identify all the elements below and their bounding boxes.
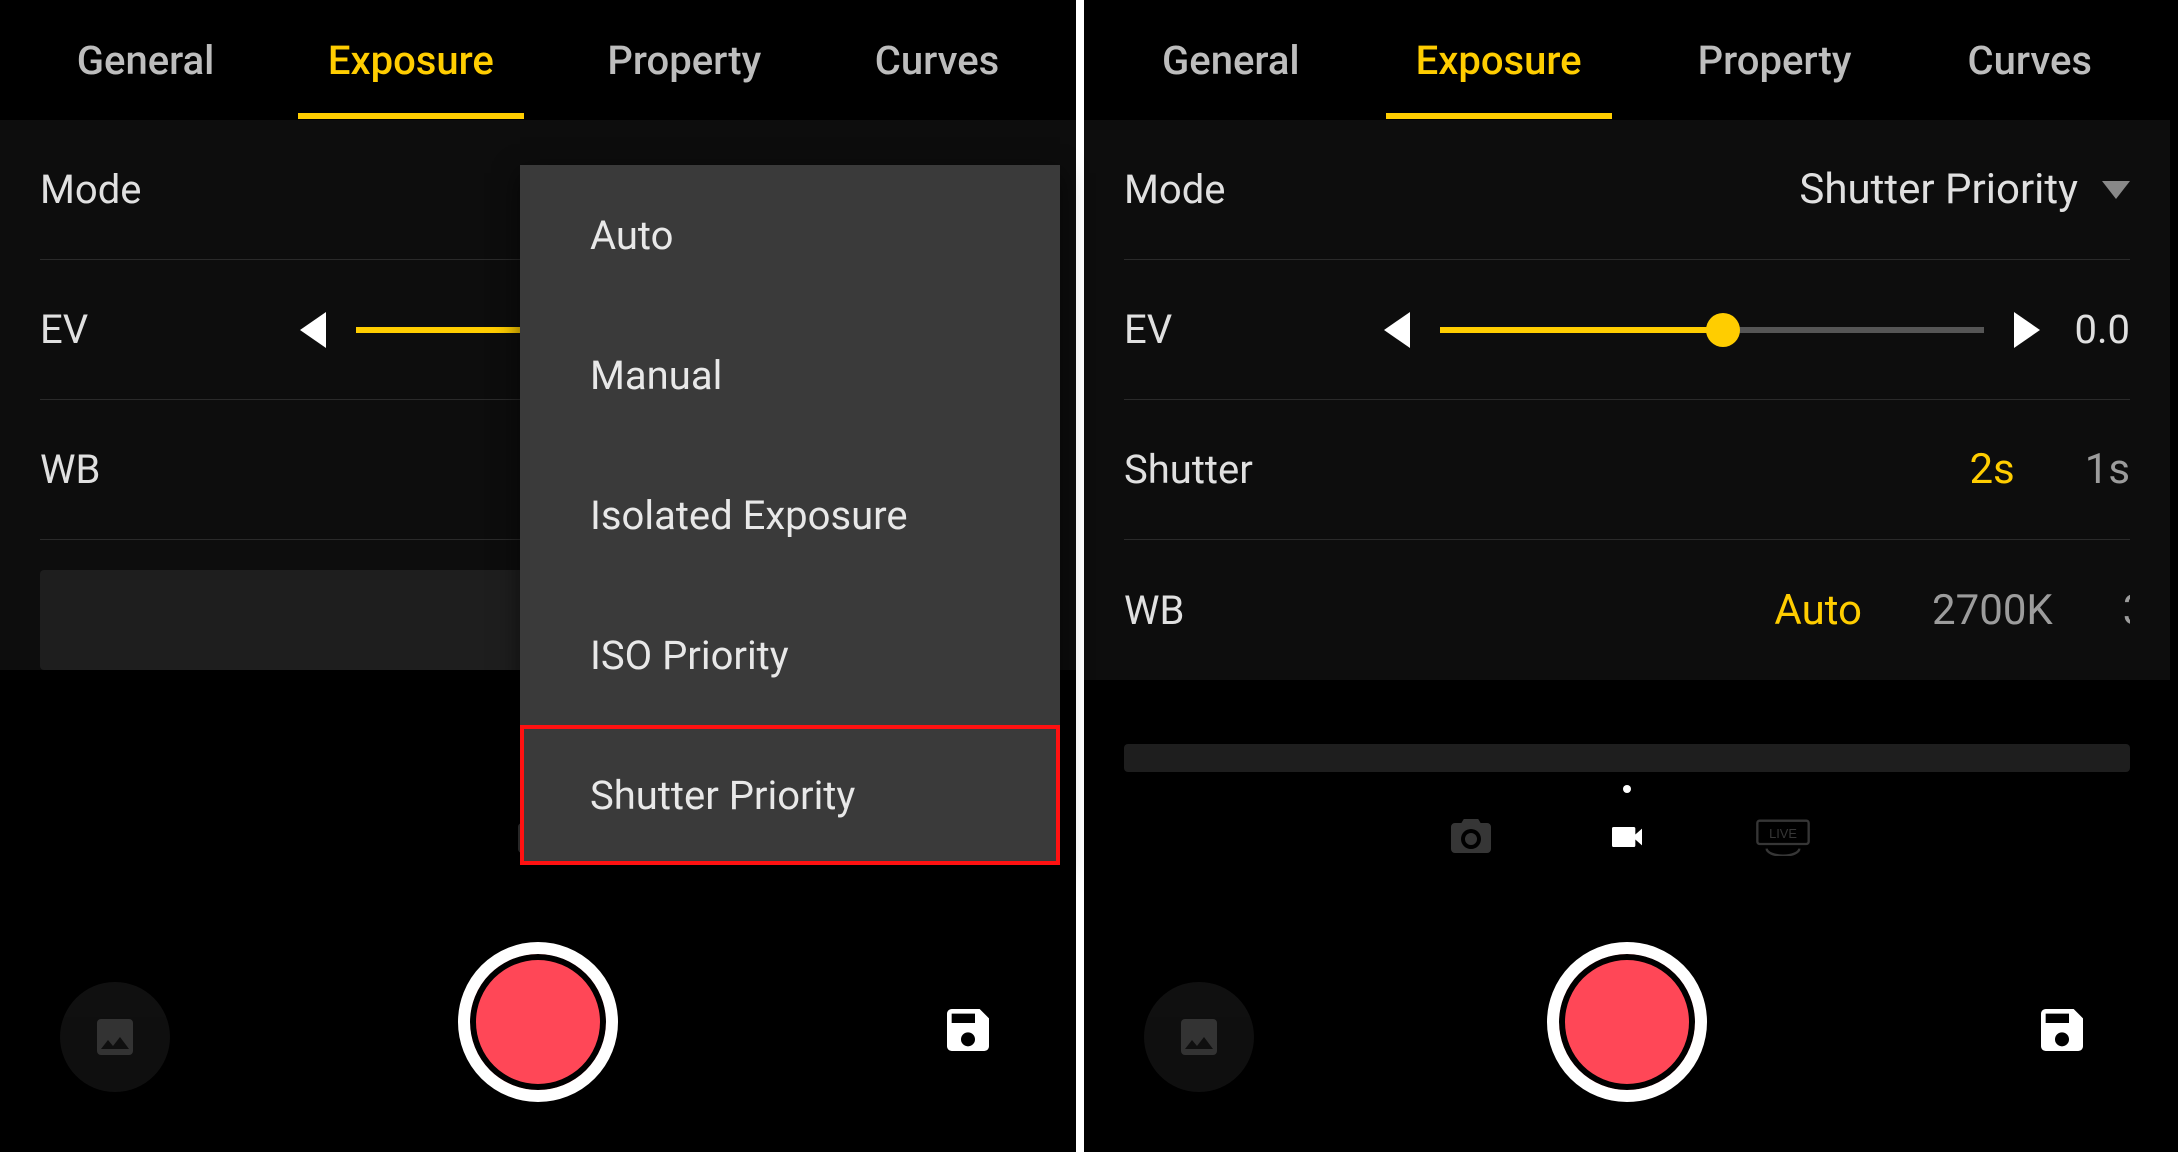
shutter-picker[interactable]: 2s 1s — [1384, 445, 2130, 494]
mode-row[interactable]: Mode Shutter Priority — [1124, 120, 2130, 260]
tab-property[interactable]: Property — [1688, 12, 1862, 109]
left-screenshot: General Exposure Property Curves Mode EV… — [0, 0, 1084, 1152]
mode-option-shutter-priority[interactable]: Shutter Priority — [520, 725, 1060, 865]
mode-dropdown: Auto Manual Isolated Exposure ISO Priori… — [520, 165, 1060, 865]
tab-property[interactable]: Property — [597, 12, 771, 109]
photo-mode-icon[interactable] — [1443, 813, 1499, 861]
settings-panel: Mode Shutter Priority EV 0.0 Shutter — [1084, 120, 2170, 680]
tab-curves[interactable]: Curves — [865, 12, 1009, 109]
wb-option[interactable]: 32 — [2123, 586, 2130, 635]
wb-picker[interactable]: Auto 2700K 32 — [1384, 586, 2130, 635]
wb-label: WB — [40, 446, 300, 493]
bottom-bar — [0, 892, 1076, 1152]
video-mode-icon[interactable] — [1599, 813, 1655, 861]
ev-decrease-icon[interactable] — [300, 312, 326, 348]
mode-label: Mode — [40, 166, 300, 213]
tab-bar: General Exposure Property Curves — [0, 0, 1076, 120]
ev-label: EV — [1124, 306, 1384, 353]
shutter-row: Shutter 2s 1s — [1124, 400, 2130, 540]
wb-row: WB Auto 2700K 32 — [1124, 540, 2130, 680]
mode-option-manual[interactable]: Manual — [520, 305, 1060, 445]
svg-text:LIVE: LIVE — [1769, 826, 1797, 841]
ev-decrease-icon[interactable] — [1384, 312, 1410, 348]
mode-value: Shutter Priority — [1799, 165, 2078, 214]
chevron-down-icon — [2102, 181, 2130, 199]
mode-option-isolated-exposure[interactable]: Isolated Exposure — [520, 445, 1060, 585]
ev-value: 0.0 — [2040, 306, 2130, 353]
reset-bar-peek[interactable] — [1124, 744, 2130, 772]
ev-increase-icon[interactable] — [2014, 312, 2040, 348]
record-button[interactable] — [1547, 942, 1707, 1102]
ev-slider[interactable] — [1440, 326, 1984, 334]
record-button[interactable] — [458, 942, 618, 1102]
ev-label: EV — [40, 306, 300, 353]
gallery-button[interactable] — [60, 982, 170, 1092]
tab-general[interactable]: General — [1152, 12, 1310, 109]
tab-curves[interactable]: Curves — [1958, 12, 2102, 109]
wb-option[interactable]: 2700K — [1932, 586, 2053, 635]
active-mode-dot-icon — [1623, 785, 1631, 793]
mode-label: Mode — [1124, 166, 1384, 213]
ev-row: EV 0.0 — [1124, 260, 2130, 400]
live-mode-icon[interactable]: LIVE — [1755, 813, 1811, 861]
shutter-option-selected[interactable]: 2s — [1969, 445, 2014, 494]
wb-option-selected[interactable]: Auto — [1774, 586, 1862, 635]
tab-exposure[interactable]: Exposure — [1406, 12, 1592, 109]
save-button[interactable] — [940, 998, 996, 1062]
save-button[interactable] — [2034, 998, 2090, 1062]
gallery-button[interactable] — [1144, 982, 1254, 1092]
wb-label: WB — [1124, 587, 1384, 634]
mode-option-iso-priority[interactable]: ISO Priority — [520, 585, 1060, 725]
mode-option-auto[interactable]: Auto — [520, 165, 1060, 305]
tab-exposure[interactable]: Exposure — [318, 12, 504, 109]
bottom-bar — [1084, 892, 2170, 1152]
capture-mode-bar: LIVE — [1084, 792, 2170, 882]
shutter-label: Shutter — [1124, 446, 1384, 493]
tab-general[interactable]: General — [67, 12, 225, 109]
shutter-option[interactable]: 1s — [2085, 445, 2130, 494]
right-screenshot: General Exposure Property Curves Mode Sh… — [1084, 0, 2170, 1152]
tab-bar: General Exposure Property Curves — [1084, 0, 2170, 120]
